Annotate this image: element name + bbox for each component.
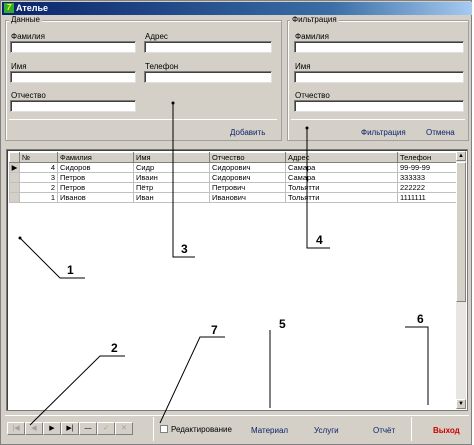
filter-first-name-label: Имя (295, 62, 311, 71)
data-group-title: Данные (9, 15, 42, 24)
table-row[interactable]: 2 Петров Пётр Петрович Тольятти 222222 (9, 182, 460, 193)
db-navigator: |◀ ◀ ▶ ▶| — ✓ ✕ (7, 422, 133, 435)
filter-first-name-field[interactable] (294, 71, 464, 83)
edit-label: Редактирование (171, 425, 232, 434)
row-indicator (9, 182, 20, 193)
table-cell[interactable]: 222222 (397, 182, 460, 193)
table-cell[interactable]: Иванович (209, 192, 286, 203)
column-header[interactable]: Фамилия (57, 152, 134, 163)
toolbar-separator (153, 417, 154, 441)
vertical-scrollbar[interactable]: ▲ ▼ (456, 151, 466, 409)
phone-field[interactable] (144, 71, 272, 83)
filter-patronymic-label: Отчество (295, 91, 330, 100)
last-record-icon[interactable]: ▶| (61, 422, 79, 435)
data-divider (9, 119, 277, 120)
callout-3: 3 (181, 242, 188, 256)
table-cell[interactable]: Самара (285, 172, 398, 183)
filter-button[interactable]: Фильтрация (361, 128, 406, 137)
window-title: Ателье (16, 3, 49, 13)
table-cell[interactable]: Иваин (133, 172, 210, 183)
phone-label: Телефон (145, 62, 179, 71)
table-cell[interactable]: Сидр (133, 162, 210, 173)
clients-grid[interactable]: № Фамилия Имя Отчество Адрес Телефон ▶ 4… (6, 149, 468, 411)
clients-table: № Фамилия Имя Отчество Адрес Телефон ▶ 4… (9, 152, 460, 203)
table-cell[interactable]: Иванов (57, 192, 134, 203)
address-field[interactable] (144, 41, 272, 53)
last-name-field[interactable] (10, 41, 136, 53)
address-label: Адрес (145, 32, 168, 41)
first-record-icon[interactable]: |◀ (7, 422, 25, 435)
toolbar-separator (411, 417, 412, 441)
table-cell[interactable]: 333333 (397, 172, 460, 183)
table-cell[interactable]: Самара (285, 162, 398, 173)
cancel-filter-button[interactable]: Отмена (426, 128, 455, 137)
callout-2: 2 (111, 341, 118, 355)
add-button[interactable]: Добавить (230, 128, 265, 137)
table-cell[interactable]: Иван (133, 192, 210, 203)
bottom-divider (5, 415, 469, 416)
table-cell[interactable]: Сидорович (209, 162, 286, 173)
table-row[interactable]: ▶ 4 Сидоров Сидр Сидорович Самара 99-99-… (9, 162, 460, 173)
callout-5: 5 (279, 317, 286, 331)
scroll-up-icon[interactable]: ▲ (456, 151, 466, 161)
table-cell[interactable]: 2 (19, 182, 58, 193)
next-record-icon[interactable]: ▶ (43, 422, 61, 435)
table-cell[interactable]: Сидоров (57, 162, 134, 173)
prior-record-icon[interactable]: ◀ (25, 422, 43, 435)
table-cell[interactable]: Сидорович (209, 172, 286, 183)
table-cell[interactable]: Петрович (209, 182, 286, 193)
scroll-down-icon[interactable]: ▼ (456, 399, 466, 409)
table-cell[interactable]: Петров (57, 182, 134, 193)
row-indicator (9, 192, 20, 203)
column-header[interactable]: Телефон (397, 152, 460, 163)
column-header[interactable]: № (19, 152, 58, 163)
table-row[interactable]: 1 Иванов Иван Иванович Тольятти 1111111 (9, 192, 460, 203)
filter-divider (291, 119, 465, 120)
services-button[interactable]: Услуги (314, 426, 339, 435)
title-bar[interactable]: 7 Ателье (2, 2, 472, 15)
table-cell[interactable]: Тольятти (285, 182, 398, 193)
callout-1: 1 (67, 263, 74, 277)
callout-4: 4 (316, 233, 323, 247)
table-cell[interactable]: 1 (19, 192, 58, 203)
scroll-thumb[interactable] (456, 162, 466, 302)
first-name-field[interactable] (10, 71, 136, 83)
exit-button[interactable]: Выход (433, 426, 460, 435)
table-cell[interactable]: 4 (19, 162, 58, 173)
column-header[interactable]: Имя (133, 152, 210, 163)
filter-group-title: Фильтрация (290, 15, 339, 24)
app-window: 7 Ателье Данные Фамилия Адрес Имя Телефо… (0, 0, 472, 445)
row-indicator-header (9, 152, 20, 163)
callout-7: 7 (211, 323, 218, 337)
table-row[interactable]: 3 Петров Иваин Сидорович Самара 333333 (9, 172, 460, 183)
table-cell[interactable]: 3 (19, 172, 58, 183)
filter-patronymic-field[interactable] (294, 100, 464, 112)
table-cell[interactable]: Пётр (133, 182, 210, 193)
material-button[interactable]: Материал (251, 426, 288, 435)
post-edit-icon[interactable]: ✓ (97, 422, 115, 435)
current-row-icon: ▶ (9, 162, 20, 173)
first-name-label: Имя (11, 62, 27, 71)
app-icon: 7 (4, 3, 14, 13)
report-button[interactable]: Отчёт (373, 426, 395, 435)
table-cell[interactable]: Петров (57, 172, 134, 183)
edit-checkbox[interactable] (160, 425, 168, 433)
table-cell[interactable]: Тольятти (285, 192, 398, 203)
column-header[interactable]: Адрес (285, 152, 398, 163)
callout-6: 6 (417, 312, 424, 326)
patronymic-label: Отчество (11, 91, 46, 100)
last-name-label: Фамилия (11, 32, 45, 41)
row-indicator (9, 172, 20, 183)
filter-last-name-field[interactable] (294, 41, 464, 53)
column-header[interactable]: Отчество (209, 152, 286, 163)
cancel-edit-icon[interactable]: ✕ (115, 422, 133, 435)
delete-record-icon[interactable]: — (79, 422, 97, 435)
filter-last-name-label: Фамилия (295, 32, 329, 41)
table-cell[interactable]: 99-99-99 (397, 162, 460, 173)
patronymic-field[interactable] (10, 100, 136, 112)
table-header-row: № Фамилия Имя Отчество Адрес Телефон (9, 152, 460, 163)
table-cell[interactable]: 1111111 (397, 192, 460, 203)
